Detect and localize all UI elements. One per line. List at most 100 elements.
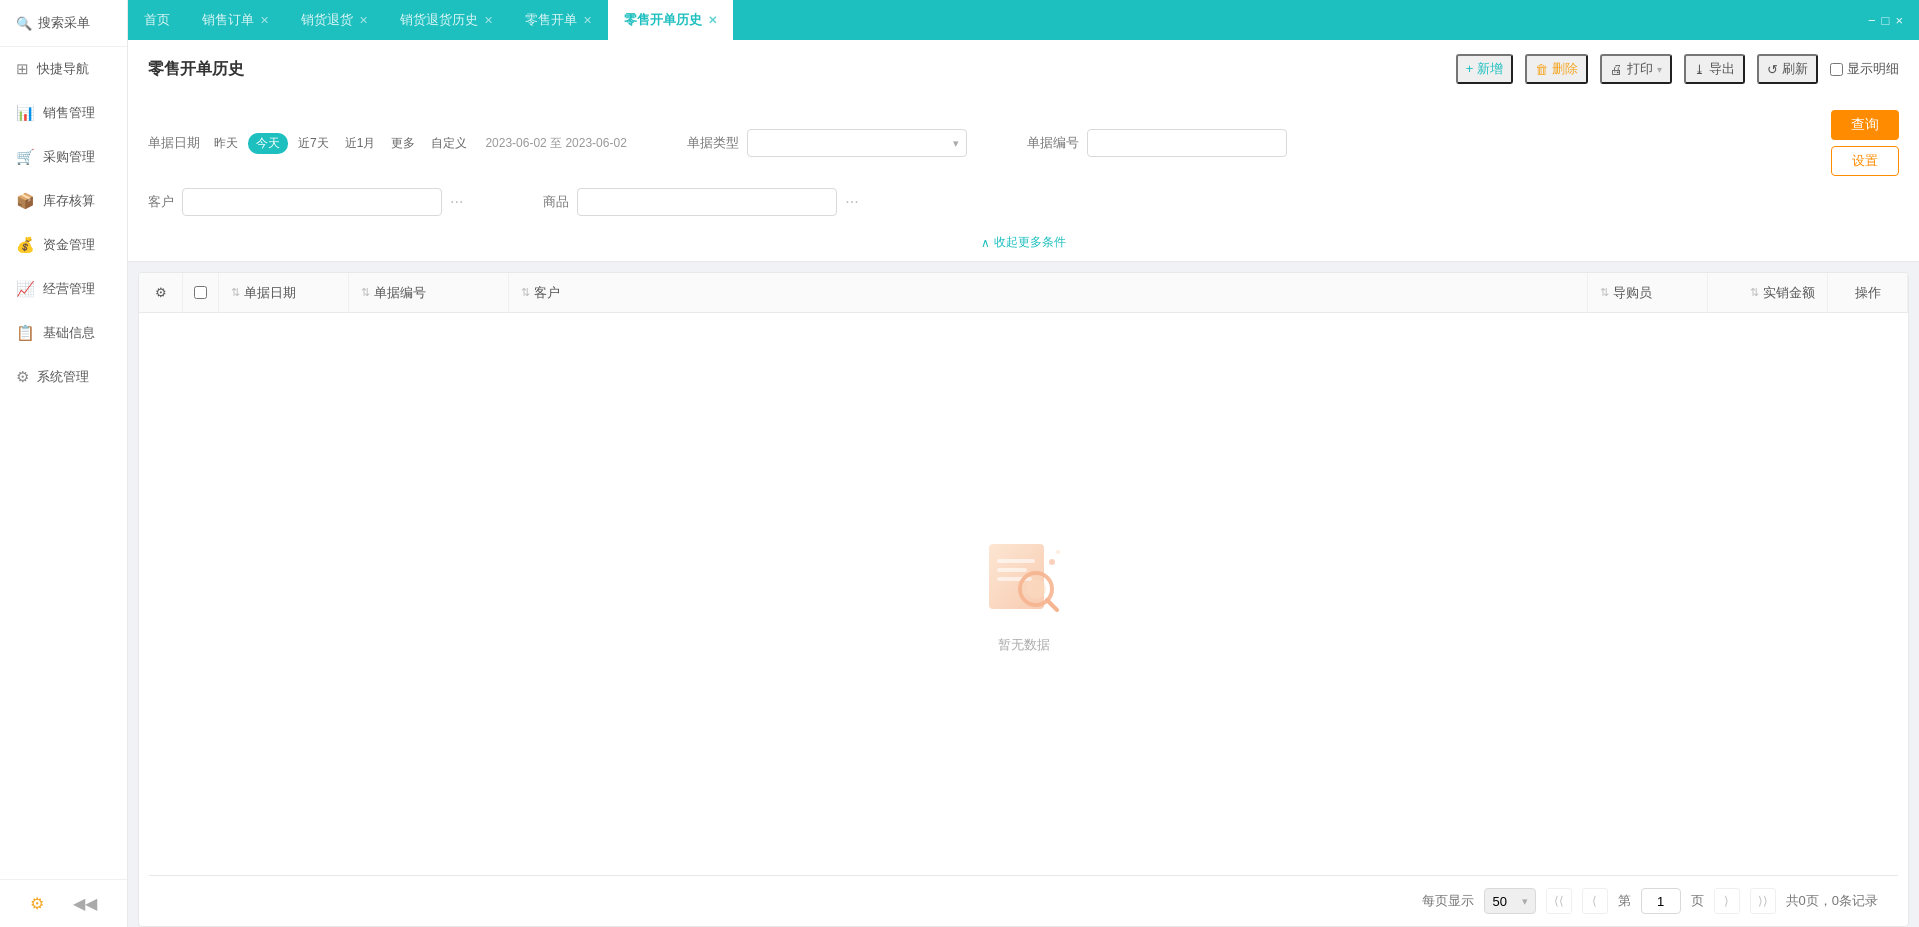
sort-order-icon: ⇅ bbox=[361, 286, 370, 299]
goods-input[interactable] bbox=[577, 188, 837, 216]
tab-sales-order-label: 销售订单 bbox=[202, 11, 254, 29]
col-gear[interactable]: ⚙ bbox=[139, 273, 183, 313]
delete-button[interactable]: 🗑 删除 bbox=[1525, 54, 1588, 84]
window-maximize[interactable]: □ bbox=[1882, 13, 1890, 28]
table-body: 暂无数据 bbox=[139, 313, 1908, 875]
order-type-filter: 单据类型 bbox=[687, 129, 967, 157]
sidebar-item-sys-mgmt[interactable]: ⚙ 系统管理 bbox=[0, 355, 127, 399]
tab-sales-return[interactable]: 销货退货 ✕ bbox=[285, 0, 384, 40]
col-date-label: 单据日期 bbox=[244, 284, 296, 302]
col-amount-label: 实销金额 bbox=[1763, 284, 1815, 302]
next-page-button[interactable]: ⟩ bbox=[1714, 888, 1740, 914]
tab-sales-order[interactable]: 销售订单 ✕ bbox=[186, 0, 285, 40]
print-button[interactable]: 🖨 打印 ▾ bbox=[1600, 54, 1672, 84]
sidebar-search-label: 搜索采单 bbox=[38, 14, 90, 32]
sidebar-item-inventory[interactable]: 📦 库存核算 bbox=[0, 179, 127, 223]
customer-filter: 客户 ··· bbox=[148, 188, 463, 216]
filter-area: 单据日期 昨天 今天 近7天 近1月 更多 自定义 2023-06-02 至 2… bbox=[148, 98, 1899, 261]
date-range-text: 2023-06-02 至 2023-06-02 bbox=[485, 135, 626, 152]
order-num-input[interactable] bbox=[1087, 129, 1287, 157]
sidebar-search[interactable]: 🔍 搜索采单 bbox=[0, 0, 127, 47]
print-label: 打印 bbox=[1627, 60, 1653, 78]
customer-input[interactable] bbox=[182, 188, 442, 216]
order-type-select[interactable] bbox=[747, 129, 967, 157]
prev-page-button[interactable]: ⟨ bbox=[1582, 888, 1608, 914]
sidebar-item-purchase-mgmt[interactable]: 🛒 采购管理 bbox=[0, 135, 127, 179]
cart-icon: 🛒 bbox=[16, 148, 35, 166]
page-header: 零售开单历史 + 新增 🗑 删除 🖨 打印 ▾ ⤓ 导出 bbox=[128, 40, 1919, 262]
gear-col-icon: ⚙ bbox=[155, 285, 167, 300]
page-size-select[interactable]: 10 20 50 100 bbox=[1484, 888, 1536, 914]
sidebar: 🔍 搜索采单 ⊞ 快捷导航 📊 销售管理 🛒 采购管理 📦 库存核算 💰 资金管… bbox=[0, 0, 128, 927]
date-filter-label: 单据日期 bbox=[148, 134, 200, 152]
tab-sales-return-history[interactable]: 销货退货历史 ✕ bbox=[384, 0, 509, 40]
tab-retail-open-label: 零售开单 bbox=[525, 11, 577, 29]
date-filter: 单据日期 昨天 今天 近7天 近1月 更多 自定义 2023-06-02 至 2… bbox=[148, 133, 627, 154]
export-button[interactable]: ⤓ 导出 bbox=[1684, 54, 1745, 84]
tab-sales-order-close[interactable]: ✕ bbox=[260, 14, 269, 27]
date-btn-7days[interactable]: 近7天 bbox=[292, 133, 335, 154]
settings-bottom-icon[interactable]: ⚙ bbox=[30, 894, 44, 913]
window-close[interactable]: × bbox=[1895, 13, 1903, 28]
refresh-button[interactable]: ↺ 刷新 bbox=[1757, 54, 1818, 84]
date-btn-yesterday[interactable]: 昨天 bbox=[208, 133, 244, 154]
col-amount[interactable]: ⇅ 实销金额 bbox=[1708, 273, 1828, 313]
date-btn-1month[interactable]: 近1月 bbox=[339, 133, 382, 154]
refresh-icon: ↺ bbox=[1767, 62, 1778, 77]
settings-button[interactable]: 设置 bbox=[1831, 146, 1899, 176]
tab-sales-return-history-close[interactable]: ✕ bbox=[484, 14, 493, 27]
tab-retail-open-history[interactable]: 零售开单历史 ✕ bbox=[608, 0, 733, 40]
date-btn-today[interactable]: 今天 bbox=[248, 133, 288, 154]
col-checkbox[interactable] bbox=[183, 273, 219, 313]
tab-home-label: 首页 bbox=[144, 11, 170, 29]
tab-retail-open-history-close[interactable]: ✕ bbox=[708, 14, 717, 27]
export-icon: ⤓ bbox=[1694, 62, 1705, 77]
window-minimize[interactable]: − bbox=[1868, 13, 1876, 28]
col-date[interactable]: ⇅ 单据日期 bbox=[219, 273, 349, 313]
page-word: 第 bbox=[1618, 892, 1631, 910]
svg-rect-1 bbox=[997, 559, 1035, 563]
add-button[interactable]: + 新增 bbox=[1456, 54, 1513, 84]
money-icon: 💰 bbox=[16, 236, 35, 254]
collapse-icon[interactable]: ◀◀ bbox=[73, 894, 97, 913]
svg-point-7 bbox=[1049, 559, 1055, 565]
tab-retail-open-close[interactable]: ✕ bbox=[583, 14, 592, 27]
display-detail-checkbox[interactable] bbox=[1830, 63, 1843, 76]
date-btn-more[interactable]: 更多 bbox=[385, 133, 421, 154]
tab-sales-return-close[interactable]: ✕ bbox=[359, 14, 368, 27]
tab-retail-open-history-label: 零售开单历史 bbox=[624, 11, 702, 29]
collapse-filter-row[interactable]: ∧ 收起更多条件 bbox=[148, 228, 1899, 261]
sidebar-item-quick-nav[interactable]: ⊞ 快捷导航 bbox=[0, 47, 127, 91]
sidebar-item-operations[interactable]: 📈 经营管理 bbox=[0, 267, 127, 311]
col-customer[interactable]: ⇅ 客户 bbox=[509, 273, 1588, 313]
page-title: 零售开单历史 bbox=[148, 59, 244, 80]
gear-icon: ⚙ bbox=[16, 368, 29, 386]
first-page-button[interactable]: ⟨⟨ bbox=[1546, 888, 1572, 914]
tab-retail-open[interactable]: 零售开单 ✕ bbox=[509, 0, 608, 40]
page-input[interactable]: 1 bbox=[1641, 888, 1681, 914]
date-filter-buttons: 昨天 今天 近7天 近1月 更多 自定义 bbox=[208, 133, 473, 154]
sidebar-item-sales-mgmt[interactable]: 📊 销售管理 bbox=[0, 91, 127, 135]
customer-label: 客户 bbox=[148, 193, 174, 211]
sidebar-item-finance[interactable]: 💰 资金管理 bbox=[0, 223, 127, 267]
last-page-button[interactable]: ⟩⟩ bbox=[1750, 888, 1776, 914]
sidebar-item-label: 销售管理 bbox=[43, 104, 95, 122]
order-type-select-wrap bbox=[747, 129, 967, 157]
empty-text: 暂无数据 bbox=[998, 636, 1050, 654]
trash-icon: 🗑 bbox=[1535, 62, 1548, 77]
col-order-num[interactable]: ⇅ 单据编号 bbox=[349, 273, 509, 313]
tab-home[interactable]: 首页 bbox=[128, 0, 186, 40]
customer-dots[interactable]: ··· bbox=[450, 194, 463, 210]
select-all-checkbox[interactable] bbox=[194, 286, 207, 299]
display-detail-toggle[interactable]: 显示明细 bbox=[1830, 60, 1899, 78]
date-btn-custom[interactable]: 自定义 bbox=[425, 133, 473, 154]
delete-label: 删除 bbox=[1552, 60, 1578, 78]
query-button[interactable]: 查询 bbox=[1831, 110, 1899, 140]
toolbar: + 新增 🗑 删除 🖨 打印 ▾ ⤓ 导出 ↺ bbox=[1456, 54, 1899, 84]
col-guide[interactable]: ⇅ 导购员 bbox=[1588, 273, 1708, 313]
sidebar-item-label: 经营管理 bbox=[43, 280, 95, 298]
sidebar-item-label: 基础信息 bbox=[43, 324, 95, 342]
sort-customer-icon: ⇅ bbox=[521, 286, 530, 299]
goods-dots[interactable]: ··· bbox=[845, 194, 858, 210]
sidebar-item-basic-info[interactable]: 📋 基础信息 bbox=[0, 311, 127, 355]
